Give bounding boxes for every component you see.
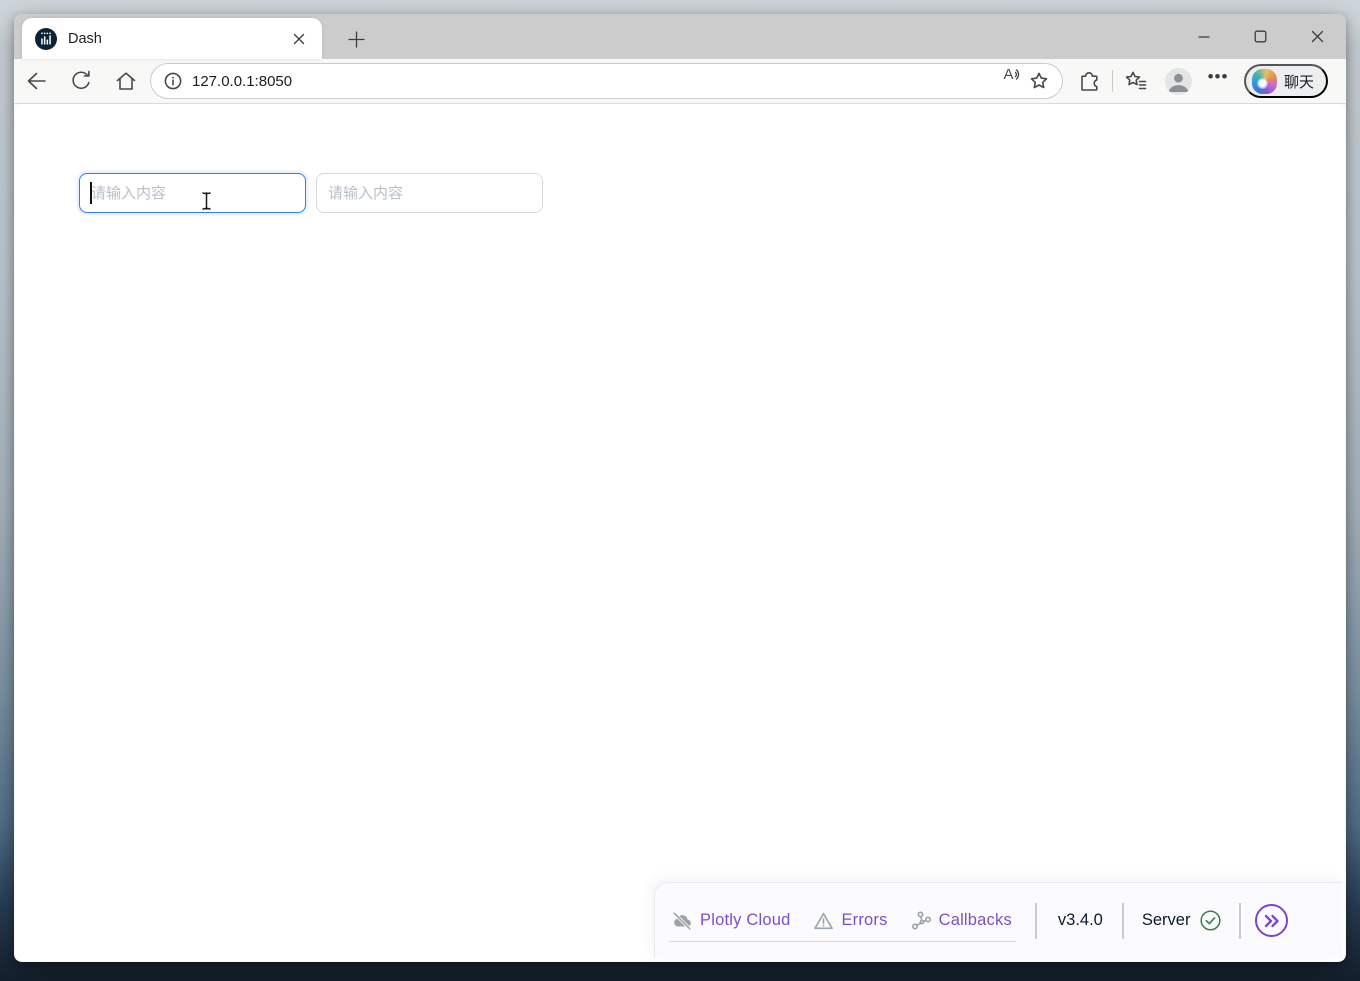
page-content: Plotly Cloud Errors Callbacks [15, 104, 1345, 961]
window-controls [1175, 14, 1346, 59]
favorites-list-icon[interactable] [1122, 67, 1150, 95]
toolbar-divider [1112, 70, 1113, 92]
text-input-primary[interactable] [79, 173, 306, 213]
copilot-chat-button[interactable]: 聊天 [1244, 64, 1329, 98]
text-caret [90, 182, 92, 204]
cloud-off-icon [672, 911, 692, 930]
text-input-secondary[interactable] [316, 173, 543, 213]
callback-graph-icon [911, 911, 931, 930]
home-icon[interactable] [112, 67, 140, 95]
browser-toolbar: 127.0.0.1:8050 A ••• 聊天 [14, 59, 1346, 104]
dash-version-label: v3.4.0 [1057, 911, 1103, 929]
favorite-star-icon[interactable] [1026, 68, 1052, 94]
copilot-logo-icon [1252, 68, 1277, 94]
site-info-icon[interactable] [163, 71, 183, 91]
close-window-button[interactable] [1289, 14, 1346, 59]
server-label: Server [1141, 911, 1191, 929]
server-status: Server [1142, 909, 1223, 932]
tab-title: Dash [68, 30, 102, 47]
warning-triangle-icon [814, 912, 834, 929]
devtools-divider [1034, 902, 1037, 939]
tab-strip: Dash [14, 14, 1346, 59]
devtools-button-group: Plotly Cloud Errors Callbacks [669, 910, 1016, 942]
check-circle-icon [1200, 910, 1222, 931]
maximize-button[interactable] [1232, 14, 1289, 59]
extensions-icon[interactable] [1075, 67, 1103, 95]
minimize-button[interactable] [1175, 14, 1232, 59]
dash-devtools-panel: Plotly Cloud Errors Callbacks v3.4.0 Ser… [654, 882, 1342, 958]
errors-button[interactable]: Errors [813, 911, 887, 931]
devtools-divider [1121, 902, 1124, 939]
back-icon[interactable] [22, 67, 50, 95]
copilot-label: 聊天 [1284, 73, 1315, 91]
tab-close-icon[interactable] [286, 26, 312, 52]
dash-favicon-icon [35, 27, 57, 50]
devtools-divider [1239, 902, 1242, 939]
double-chevron-right-icon [1264, 914, 1279, 927]
address-bar[interactable]: 127.0.0.1:8050 A [150, 63, 1063, 99]
devtools-collapse-button[interactable] [1255, 904, 1289, 937]
read-aloud-icon[interactable]: A [1000, 67, 1026, 94]
browser-tab-dash[interactable]: Dash [22, 18, 322, 59]
refresh-icon[interactable] [67, 67, 95, 95]
browser-window: Dash 127.0.0.1:8050 A ••• 聊天 请输入内容 请输入内容… [14, 14, 1346, 962]
more-options-icon[interactable]: ••• [1204, 67, 1232, 95]
profile-avatar[interactable] [1165, 67, 1192, 95]
callbacks-button[interactable]: Callbacks [911, 910, 1012, 931]
new-tab-button[interactable] [340, 23, 372, 55]
url-text[interactable]: 127.0.0.1:8050 [192, 73, 1000, 90]
plotly-cloud-button[interactable]: Plotly Cloud [671, 910, 790, 932]
